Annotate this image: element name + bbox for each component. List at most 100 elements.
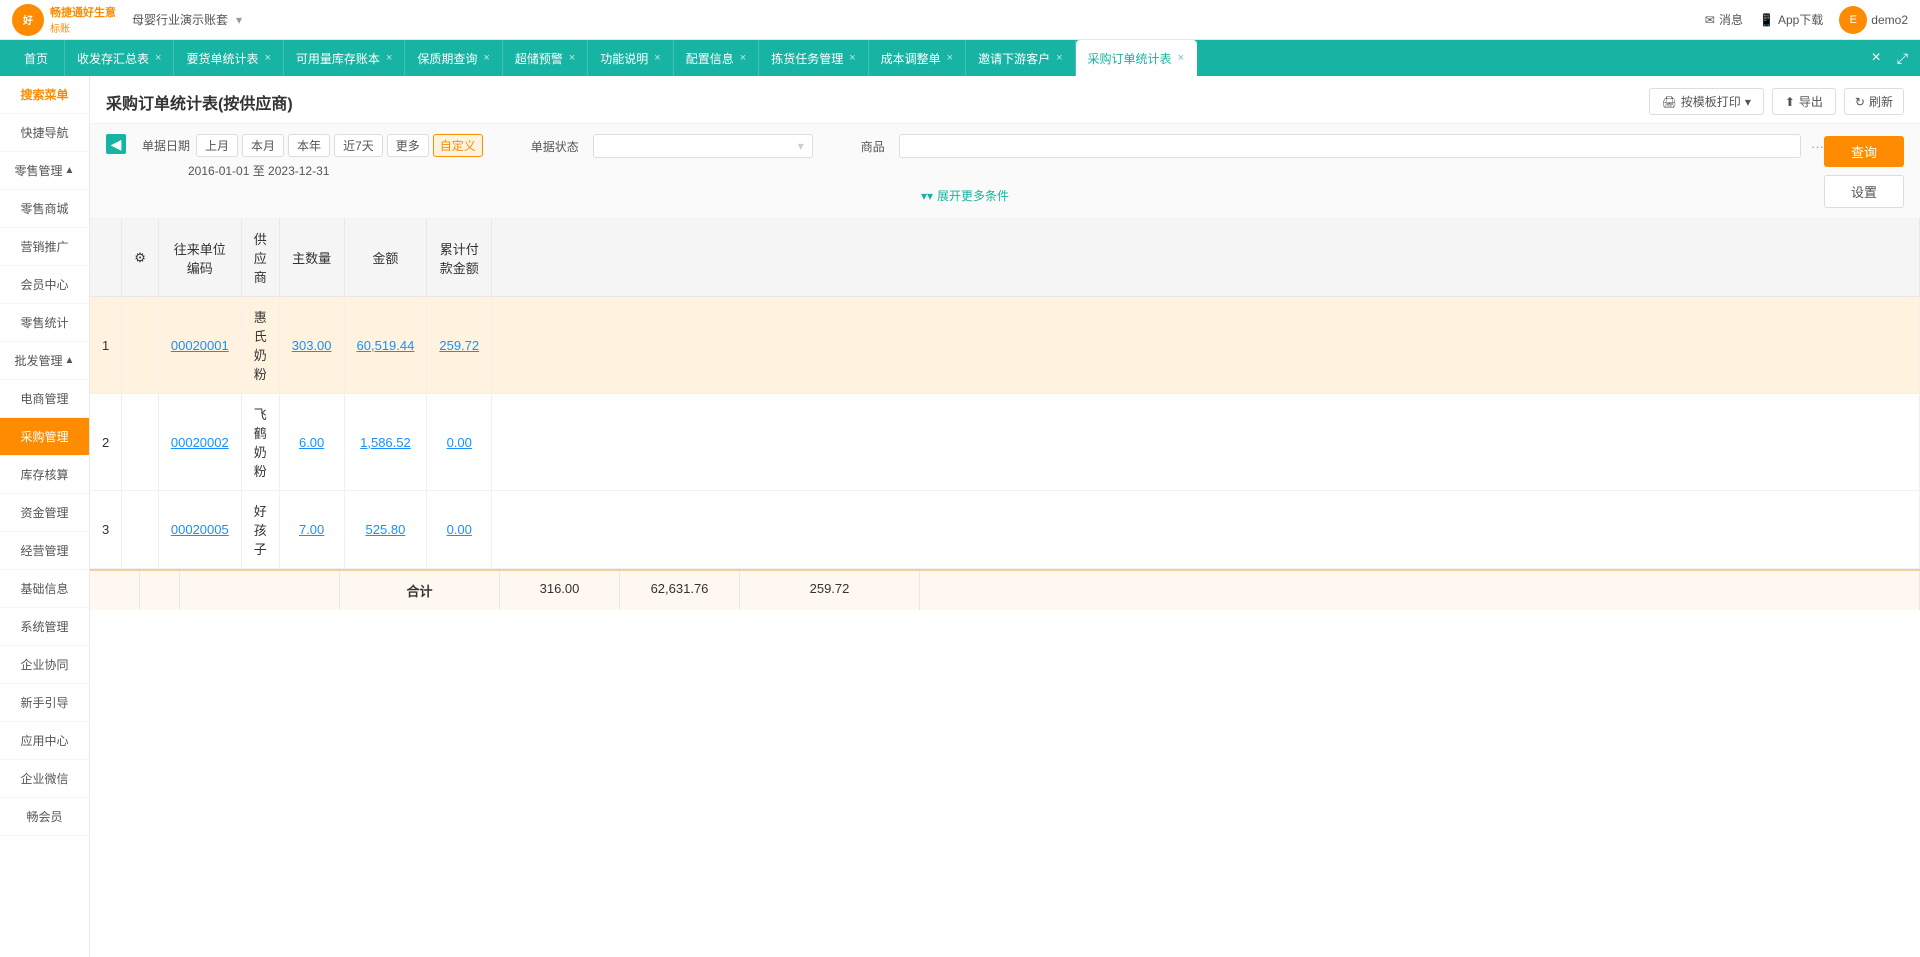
setting-button[interactable]: 设置 xyxy=(1824,175,1904,208)
filter-date-label: 单据日期 xyxy=(142,137,190,154)
link-qty-2[interactable]: 6.00 xyxy=(299,435,324,450)
footer-paid-cell: 259.72 xyxy=(740,571,920,610)
refresh-button[interactable]: ↻ 刷新 xyxy=(1844,88,1904,115)
link-qty-1[interactable]: 303.00 xyxy=(292,338,332,353)
logo-text: 畅捷通好生意 标账 xyxy=(50,4,116,35)
td-unit-code-1: 00020001 xyxy=(158,297,241,394)
tab-peizhi[interactable]: 配置信息 × xyxy=(674,40,759,76)
tab-chaochuyujing[interactable]: 超储预警 × xyxy=(503,40,588,76)
query-button[interactable]: 查询 xyxy=(1824,136,1904,167)
expand-more-label: 展开更多条件 xyxy=(937,187,1009,204)
link-unit-code-3[interactable]: 00020005 xyxy=(171,522,229,537)
tab-caigou-close[interactable]: × xyxy=(1178,52,1184,64)
app-download-btn[interactable]: 📱 App下载 xyxy=(1759,11,1823,28)
tab-peihuorenwu[interactable]: 拣货任务管理 × xyxy=(759,40,868,76)
sidebar-item-quick[interactable]: 快捷导航 xyxy=(0,114,89,152)
content-area: 采购订单统计表(按供应商) 🖨 按模板打印 ▾ ⬆ 导出 ↻ 刷新 xyxy=(90,76,1920,957)
sidebar-item-batch[interactable]: 批发管理 ▲ xyxy=(0,342,89,380)
tab-shoufashui-close[interactable]: × xyxy=(155,52,161,64)
link-amount-1[interactable]: 60,519.44 xyxy=(357,338,415,353)
tab-gongneng-close[interactable]: × xyxy=(654,52,660,64)
tab-peizhi-close[interactable]: × xyxy=(740,52,746,64)
filter-goods-input[interactable] xyxy=(899,134,1801,158)
sidebar-item-retail[interactable]: 零售管理 ▲ xyxy=(0,152,89,190)
filter-date-last-month[interactable]: 上月 xyxy=(196,134,238,157)
link-unit-code-1[interactable]: 00020001 xyxy=(171,338,229,353)
tab-shoufashui[interactable]: 收发存汇总表 × xyxy=(65,40,174,76)
sidebar-item-appCenter[interactable]: 应用中心 xyxy=(0,722,89,760)
filter-date-this-month[interactable]: 本月 xyxy=(242,134,284,157)
filter-goods-more-btn[interactable]: ··· xyxy=(1811,139,1824,154)
th-settings[interactable]: ⚙ xyxy=(122,219,159,297)
tab-baoyuan[interactable]: 保质期查询 × xyxy=(405,40,502,76)
sidebar-appCenter-label: 应用中心 xyxy=(20,734,68,748)
sidebar-item-marketing[interactable]: 营销推广 xyxy=(0,228,89,266)
message-btn[interactable]: ✉ 消息 xyxy=(1705,11,1743,28)
td-supplier-2: 飞鹤奶粉 xyxy=(241,394,279,491)
sidebar-item-newbie[interactable]: 新手引导 xyxy=(0,684,89,722)
export-button[interactable]: ⬆ 导出 xyxy=(1772,88,1836,115)
tab-yaoqing-close[interactable]: × xyxy=(1056,52,1062,64)
tab-chengben-close[interactable]: × xyxy=(947,52,953,64)
link-amount-3[interactable]: 525.80 xyxy=(366,522,406,537)
sidebar-item-system[interactable]: 系统管理 xyxy=(0,608,89,646)
td-amount-1: 60,519.44 xyxy=(344,297,427,394)
tab-chengben[interactable]: 成本调整单 × xyxy=(869,40,966,76)
link-paid-2[interactable]: 0.00 xyxy=(447,435,472,450)
logo-area: 好 畅捷通好生意 标账 xyxy=(12,4,116,36)
sidebar-item-operations[interactable]: 经营管理 xyxy=(0,532,89,570)
tab-restore-btn[interactable]: ⤢ xyxy=(1893,50,1912,67)
sidebar-newbie-label: 新手引导 xyxy=(20,696,68,710)
link-amount-2[interactable]: 1,586.52 xyxy=(360,435,411,450)
sidebar-item-ecom[interactable]: 电商管理 xyxy=(0,380,89,418)
sidebar-item-basic[interactable]: 基础信息 xyxy=(0,570,89,608)
link-paid-3[interactable]: 0.00 xyxy=(447,522,472,537)
tab-keyong-close[interactable]: × xyxy=(386,52,392,64)
link-unit-code-2[interactable]: 00020002 xyxy=(171,435,229,450)
filter-status-select[interactable]: ▾ xyxy=(593,134,813,158)
sidebar-item-member[interactable]: 会员中心 xyxy=(0,266,89,304)
sidebar-quick-label: 快捷导航 xyxy=(20,126,68,140)
footer-qty-cell: 316.00 xyxy=(500,571,620,610)
td-supplier-1: 惠氏奶粉 xyxy=(241,297,279,394)
expand-more-btn[interactable]: ▾▾ 展开更多条件 xyxy=(106,187,1824,204)
sidebar-item-retail-stat[interactable]: 零售统计 xyxy=(0,304,89,342)
footer-unitcode-cell xyxy=(180,571,340,610)
tab-keyong[interactable]: 可用量库存账本 × xyxy=(284,40,405,76)
footer-label-cell: 合计 xyxy=(340,571,500,610)
tab-home[interactable]: 首页 xyxy=(8,40,65,76)
sidebar-item-inventory[interactable]: 库存核算 xyxy=(0,456,89,494)
sidebar-item-search[interactable]: 搜索菜单 xyxy=(0,76,89,114)
sidebar-item-retail-mall[interactable]: 零售商城 xyxy=(0,190,89,228)
sidebar-item-purchase[interactable]: 采购管理 xyxy=(0,418,89,456)
tab-caigou[interactable]: 采购订单统计表 × xyxy=(1076,40,1197,76)
nav-tabs-right: × ⤢ xyxy=(1867,49,1912,67)
tab-yaoqing[interactable]: 邀请下游客户 × xyxy=(966,40,1075,76)
tab-yaohuo-close[interactable]: × xyxy=(264,52,270,64)
logo-sub-text: 标账 xyxy=(50,20,116,35)
toggle-filter-btn[interactable]: ◀ xyxy=(106,134,126,154)
sidebar-item-finance[interactable]: 资金管理 xyxy=(0,494,89,532)
sidebar-item-vip[interactable]: 畅会员 xyxy=(0,798,89,836)
tab-chaochuyujing-close[interactable]: × xyxy=(569,52,575,64)
content-inner: 采购订单统计表(按供应商) 🖨 按模板打印 ▾ ⬆ 导出 ↻ 刷新 xyxy=(90,76,1920,957)
sidebar-item-wechat[interactable]: 企业微信 xyxy=(0,760,89,798)
user-area[interactable]: E demo2 xyxy=(1839,6,1908,34)
tab-gongneng[interactable]: 功能说明 × xyxy=(588,40,673,76)
tab-close-btn[interactable]: × xyxy=(1867,49,1884,67)
filter-date-more[interactable]: 更多 xyxy=(387,134,429,157)
filter-date-this-year[interactable]: 本年 xyxy=(288,134,330,157)
sidebar-item-enterprise[interactable]: 企业协同 xyxy=(0,646,89,684)
tab-yaohuo[interactable]: 要货单统计表 × xyxy=(174,40,283,76)
filter-date-7days[interactable]: 近7天 xyxy=(334,134,383,157)
link-paid-1[interactable]: 259.72 xyxy=(439,338,479,353)
link-qty-3[interactable]: 7.00 xyxy=(299,522,324,537)
refresh-icon: ↻ xyxy=(1855,95,1865,109)
table-header: ⚙ 往来单位编码 供应商 主数量 金额 累计付款金额 xyxy=(90,219,1920,297)
sidebar-marketing-label: 营销推广 xyxy=(20,240,68,254)
top-bar-left: 好 畅捷通好生意 标账 母婴行业演示账套 ▾ xyxy=(12,4,242,36)
template-print-button[interactable]: 🖨 按模板打印 ▾ xyxy=(1649,88,1764,115)
workspace-dropdown-icon[interactable]: ▾ xyxy=(236,13,242,27)
tab-peihuorenwu-close[interactable]: × xyxy=(849,52,855,64)
tab-baoyuan-close[interactable]: × xyxy=(483,52,489,64)
